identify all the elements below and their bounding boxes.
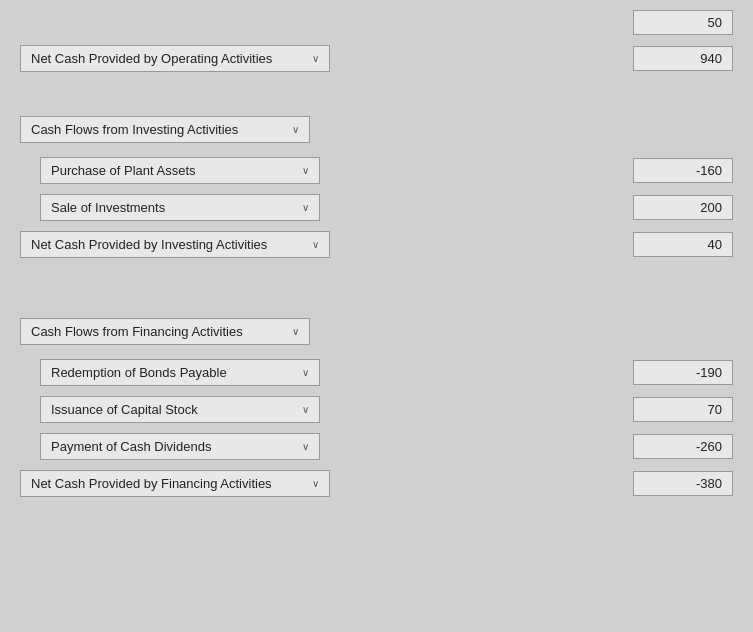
net-financing-value-box: -380 — [633, 471, 733, 496]
net-financing-chevron: ∨ — [312, 478, 319, 489]
net-operating-label: Net Cash Provided by Operating Activitie… — [31, 51, 272, 66]
payment-dividends-dropdown[interactable]: Payment of Cash Dividends ∨ — [40, 433, 320, 460]
payment-dividends-value-box: -260 — [633, 434, 733, 459]
issuance-capital-row: Issuance of Capital Stock ∨ 70 — [20, 396, 733, 423]
redemption-bonds-row: Redemption of Bonds Payable ∨ -190 — [20, 359, 733, 386]
net-investing-value-box: 40 — [633, 232, 733, 257]
issuance-capital-dropdown[interactable]: Issuance of Capital Stock ∨ — [40, 396, 320, 423]
sale-investments-label: Sale of Investments — [51, 200, 165, 215]
net-financing-value: -380 — [696, 476, 722, 491]
net-investing-label: Net Cash Provided by Investing Activitie… — [31, 237, 267, 252]
purchase-plant-row: Purchase of Plant Assets ∨ -160 — [20, 157, 733, 184]
net-investing-value: 40 — [708, 237, 722, 252]
net-financing-dropdown[interactable]: Net Cash Provided by Financing Activitie… — [20, 470, 330, 497]
payment-dividends-label: Payment of Cash Dividends — [51, 439, 211, 454]
investing-section-dropdown[interactable]: Cash Flows from Investing Activities ∨ — [20, 116, 310, 143]
top-value: 50 — [708, 15, 722, 30]
investing-section-row: Cash Flows from Investing Activities ∨ — [20, 116, 733, 143]
purchase-plant-dropdown[interactable]: Purchase of Plant Assets ∨ — [40, 157, 320, 184]
net-operating-row: Net Cash Provided by Operating Activitie… — [20, 45, 733, 72]
net-investing-chevron: ∨ — [312, 239, 319, 250]
issuance-capital-label: Issuance of Capital Stock — [51, 402, 198, 417]
payment-dividends-chevron: ∨ — [302, 441, 309, 452]
investing-section-chevron: ∨ — [292, 124, 299, 135]
net-financing-row: Net Cash Provided by Financing Activitie… — [20, 470, 733, 497]
net-investing-row: Net Cash Provided by Investing Activitie… — [20, 231, 733, 258]
issuance-capital-chevron: ∨ — [302, 404, 309, 415]
net-operating-dropdown[interactable]: Net Cash Provided by Operating Activitie… — [20, 45, 330, 72]
redemption-bonds-value-box: -190 — [633, 360, 733, 385]
investing-section-label: Cash Flows from Investing Activities — [31, 122, 238, 137]
sale-investments-dropdown[interactable]: Sale of Investments ∨ — [40, 194, 320, 221]
financing-section-chevron: ∨ — [292, 326, 299, 337]
purchase-plant-value: -160 — [696, 163, 722, 178]
sale-investments-value: 200 — [700, 200, 722, 215]
purchase-plant-label: Purchase of Plant Assets — [51, 163, 196, 178]
net-operating-value-box: 940 — [633, 46, 733, 71]
sale-investments-chevron: ∨ — [302, 202, 309, 213]
sale-investments-value-box: 200 — [633, 195, 733, 220]
net-investing-dropdown[interactable]: Net Cash Provided by Investing Activitie… — [20, 231, 330, 258]
issuance-capital-value-box: 70 — [633, 397, 733, 422]
sale-investments-row: Sale of Investments ∨ 200 — [20, 194, 733, 221]
issuance-capital-value: 70 — [708, 402, 722, 417]
redemption-bonds-label: Redemption of Bonds Payable — [51, 365, 227, 380]
payment-dividends-value: -260 — [696, 439, 722, 454]
purchase-plant-value-box: -160 — [633, 158, 733, 183]
redemption-bonds-chevron: ∨ — [302, 367, 309, 378]
financing-section-dropdown[interactable]: Cash Flows from Financing Activities ∨ — [20, 318, 310, 345]
financing-section-row: Cash Flows from Financing Activities ∨ — [20, 318, 733, 345]
net-operating-chevron: ∨ — [312, 53, 319, 64]
net-operating-value: 940 — [700, 51, 722, 66]
financing-section-label: Cash Flows from Financing Activities — [31, 324, 243, 339]
top-value-box: 50 — [633, 10, 733, 35]
redemption-bonds-value: -190 — [696, 365, 722, 380]
redemption-bonds-dropdown[interactable]: Redemption of Bonds Payable ∨ — [40, 359, 320, 386]
purchase-plant-chevron: ∨ — [302, 165, 309, 176]
payment-dividends-row: Payment of Cash Dividends ∨ -260 — [20, 433, 733, 460]
net-financing-label: Net Cash Provided by Financing Activitie… — [31, 476, 272, 491]
